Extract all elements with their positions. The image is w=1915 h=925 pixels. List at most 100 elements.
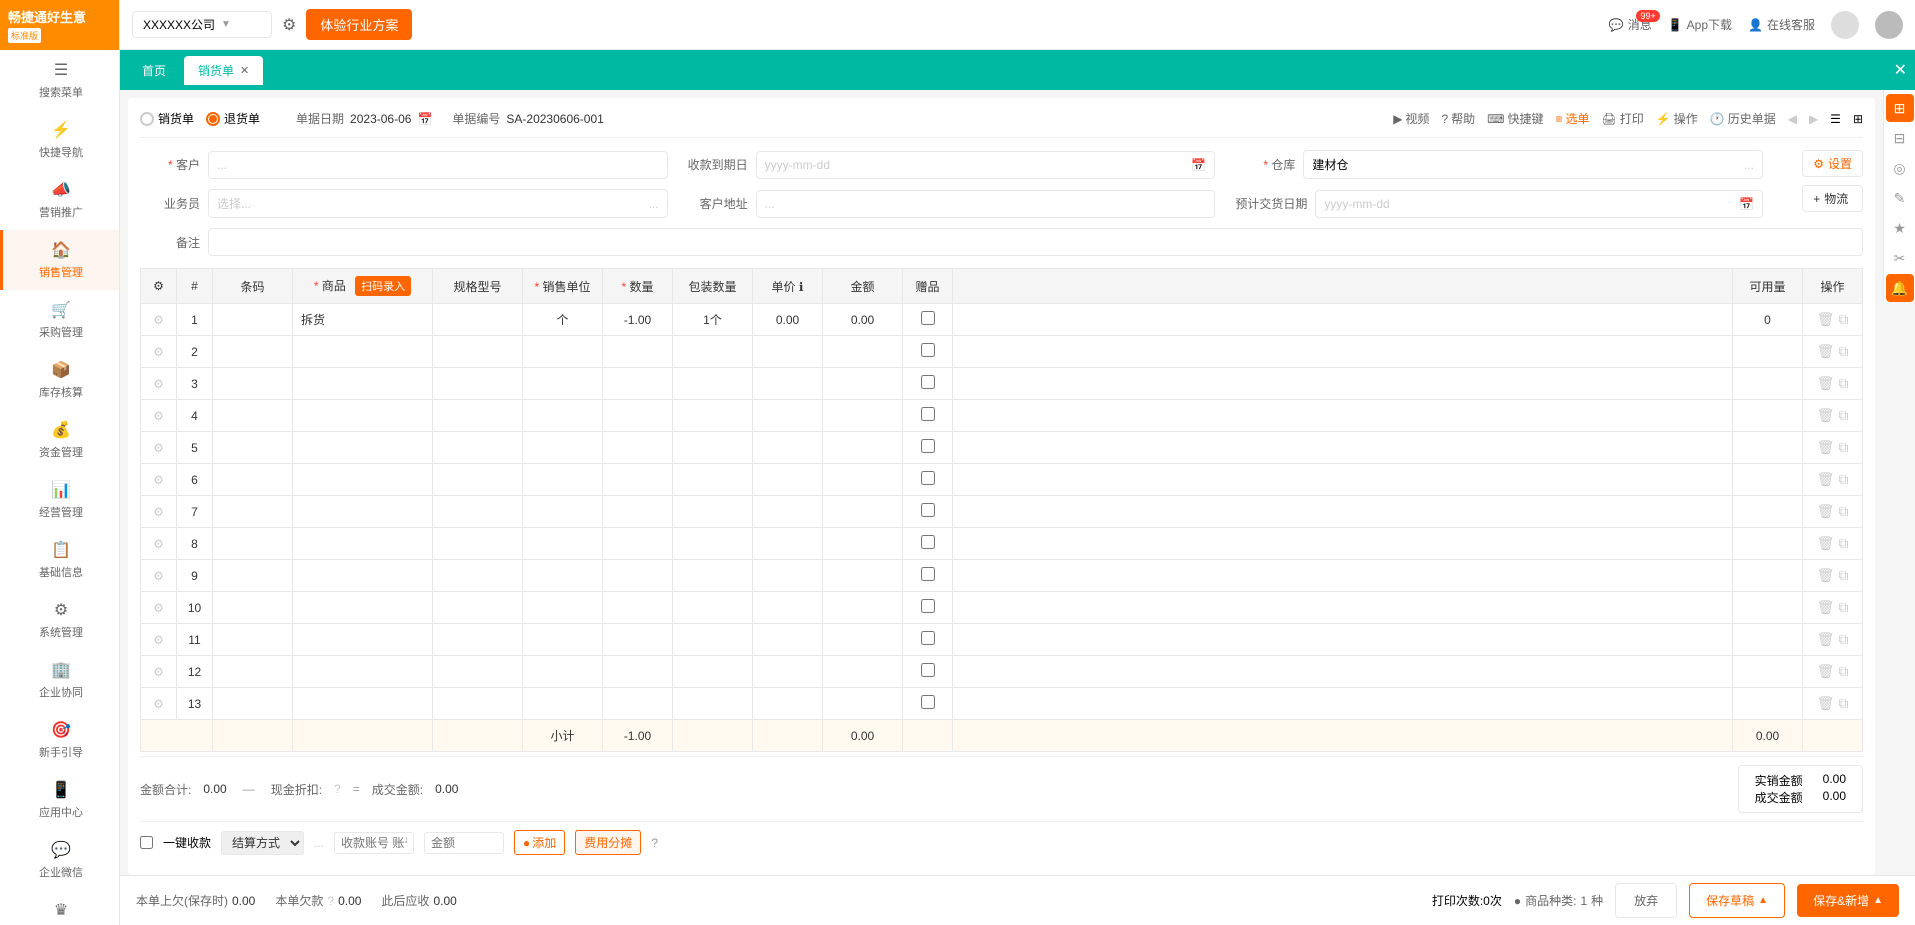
row-settings-2[interactable]: ⚙ — [141, 368, 177, 400]
row-unit-3[interactable] — [523, 400, 603, 432]
header-company-selector[interactable]: XXXXXX公司 ▼ — [132, 11, 272, 38]
one-click-payment-checkbox[interactable] — [140, 836, 153, 849]
row-barcode-7[interactable] — [213, 528, 293, 560]
row-pack-11[interactable] — [673, 656, 753, 688]
copy-icon-1[interactable]: ⧉ — [1838, 343, 1848, 360]
abandon-btn[interactable]: 放弃 — [1615, 883, 1677, 918]
row-qty-9[interactable] — [603, 592, 673, 624]
sidebar-item-biz[interactable]: 📊 经营管理 — [0, 470, 119, 530]
row-desc-8[interactable] — [953, 560, 1733, 592]
row-product-3[interactable] — [293, 400, 433, 432]
row-amount-11[interactable] — [823, 656, 903, 688]
tab-sales-order[interactable]: 销货单 ✕ — [184, 56, 263, 85]
row-amount-1[interactable] — [823, 336, 903, 368]
row-unit-4[interactable] — [523, 432, 603, 464]
payment-account-input[interactable] — [334, 832, 414, 854]
row-qty-3[interactable] — [603, 400, 673, 432]
row-pack-1[interactable] — [673, 336, 753, 368]
settings-button[interactable]: ⚙ 设置 — [1802, 150, 1863, 177]
row-unit-11[interactable] — [523, 656, 603, 688]
row-qty-11[interactable] — [603, 656, 673, 688]
add-payment-btn[interactable]: ● 添加 — [514, 830, 565, 855]
row-amount-4[interactable] — [823, 432, 903, 464]
row-settings-3[interactable]: ⚙ — [141, 400, 177, 432]
row-price-4[interactable] — [753, 432, 823, 464]
row-settings-9[interactable]: ⚙ — [141, 592, 177, 624]
row-product-2[interactable] — [293, 368, 433, 400]
gift-checkbox-2[interactable] — [921, 375, 935, 389]
row-pack-2[interactable] — [673, 368, 753, 400]
row-barcode-4[interactable] — [213, 432, 293, 464]
copy-icon-9[interactable]: ⧉ — [1838, 599, 1848, 616]
row-pack-12[interactable] — [673, 688, 753, 720]
sidebar-item-member[interactable]: ♛ 畅会员 — [0, 890, 119, 925]
row-pack-6[interactable] — [673, 496, 753, 528]
delete-icon-2[interactable]: 🗑 — [1817, 375, 1835, 392]
row-barcode-5[interactable] — [213, 464, 293, 496]
gift-checkbox-8[interactable] — [921, 567, 935, 581]
row-barcode-6[interactable] — [213, 496, 293, 528]
row-desc-1[interactable] — [953, 336, 1733, 368]
payment-method-select[interactable]: 结算方式 — [221, 831, 304, 855]
row-gift-0[interactable] — [903, 304, 953, 336]
row-barcode-11[interactable] — [213, 656, 293, 688]
row-product-12[interactable] — [293, 688, 433, 720]
row-desc-11[interactable] — [953, 656, 1733, 688]
row-unit-5[interactable] — [523, 464, 603, 496]
header-gear-icon[interactable]: ⚙ — [282, 15, 296, 35]
row-desc-0[interactable] — [953, 304, 1733, 336]
row-unit-8[interactable] — [523, 560, 603, 592]
row-spec-11[interactable] — [433, 656, 523, 688]
row-gift-3[interactable] — [903, 400, 953, 432]
row-amount-9[interactable] — [823, 592, 903, 624]
copy-icon-6[interactable]: ⧉ — [1838, 503, 1848, 520]
gift-checkbox-3[interactable] — [921, 407, 935, 421]
payment-amount-input[interactable] — [424, 832, 504, 854]
warehouse-input[interactable]: 建材仓 ... — [1303, 150, 1763, 179]
row-spec-4[interactable] — [433, 432, 523, 464]
row-price-2[interactable] — [753, 368, 823, 400]
delete-icon-1[interactable]: 🗑 — [1817, 343, 1835, 360]
row-desc-10[interactable] — [953, 624, 1733, 656]
row-pack-0[interactable]: 1个 — [673, 304, 753, 336]
row-gift-12[interactable] — [903, 688, 953, 720]
row-spec-5[interactable] — [433, 464, 523, 496]
delete-icon-12[interactable]: 🗑 — [1817, 695, 1835, 712]
row-spec-2[interactable] — [433, 368, 523, 400]
row-unit-2[interactable] — [523, 368, 603, 400]
row-settings-5[interactable]: ⚙ — [141, 464, 177, 496]
copy-icon-11[interactable]: ⧉ — [1838, 663, 1848, 680]
row-price-7[interactable] — [753, 528, 823, 560]
row-product-8[interactable] — [293, 560, 433, 592]
copy-icon-10[interactable]: ⧉ — [1838, 631, 1848, 648]
row-desc-5[interactable] — [953, 464, 1733, 496]
delete-icon-0[interactable]: 🗑 — [1817, 311, 1835, 328]
header-app-download[interactable]: 📱 App下载 — [1668, 16, 1732, 33]
row-gift-7[interactable] — [903, 528, 953, 560]
right-panel-icon-4[interactable]: ✎ — [1886, 184, 1914, 212]
action-operate[interactable]: ⚡ 操作 — [1656, 110, 1698, 127]
customer-input[interactable]: ... — [208, 151, 668, 179]
row-unit-6[interactable] — [523, 496, 603, 528]
row-product-4[interactable] — [293, 432, 433, 464]
row-product-0[interactable]: 拆货 — [293, 304, 433, 336]
row-qty-5[interactable] — [603, 464, 673, 496]
row-spec-10[interactable] — [433, 624, 523, 656]
row-unit-1[interactable] — [523, 336, 603, 368]
action-select[interactable]: ≡ 选单 — [1555, 110, 1589, 127]
nav-prev-icon[interactable]: ◀ — [1788, 112, 1797, 126]
row-gift-11[interactable] — [903, 656, 953, 688]
delete-icon-11[interactable]: 🗑 — [1817, 663, 1835, 680]
th-settings[interactable]: ⚙ — [141, 269, 177, 304]
sidebar-item-baseinfo[interactable]: 📋 基础信息 — [0, 530, 119, 590]
sidebar-item-finance[interactable]: 💰 资金管理 — [0, 410, 119, 470]
row-qty-1[interactable] — [603, 336, 673, 368]
radio-sales-order[interactable]: 销货单 — [140, 110, 194, 127]
row-barcode-12[interactable] — [213, 688, 293, 720]
row-barcode-8[interactable] — [213, 560, 293, 592]
action-shortcuts[interactable]: ⌨ 快捷键 — [1487, 110, 1543, 127]
tab-close-icon[interactable]: ✕ — [240, 64, 249, 77]
row-pack-5[interactable] — [673, 464, 753, 496]
expected-calendar-icon[interactable]: 📅 — [1739, 197, 1754, 211]
row-qty-6[interactable] — [603, 496, 673, 528]
